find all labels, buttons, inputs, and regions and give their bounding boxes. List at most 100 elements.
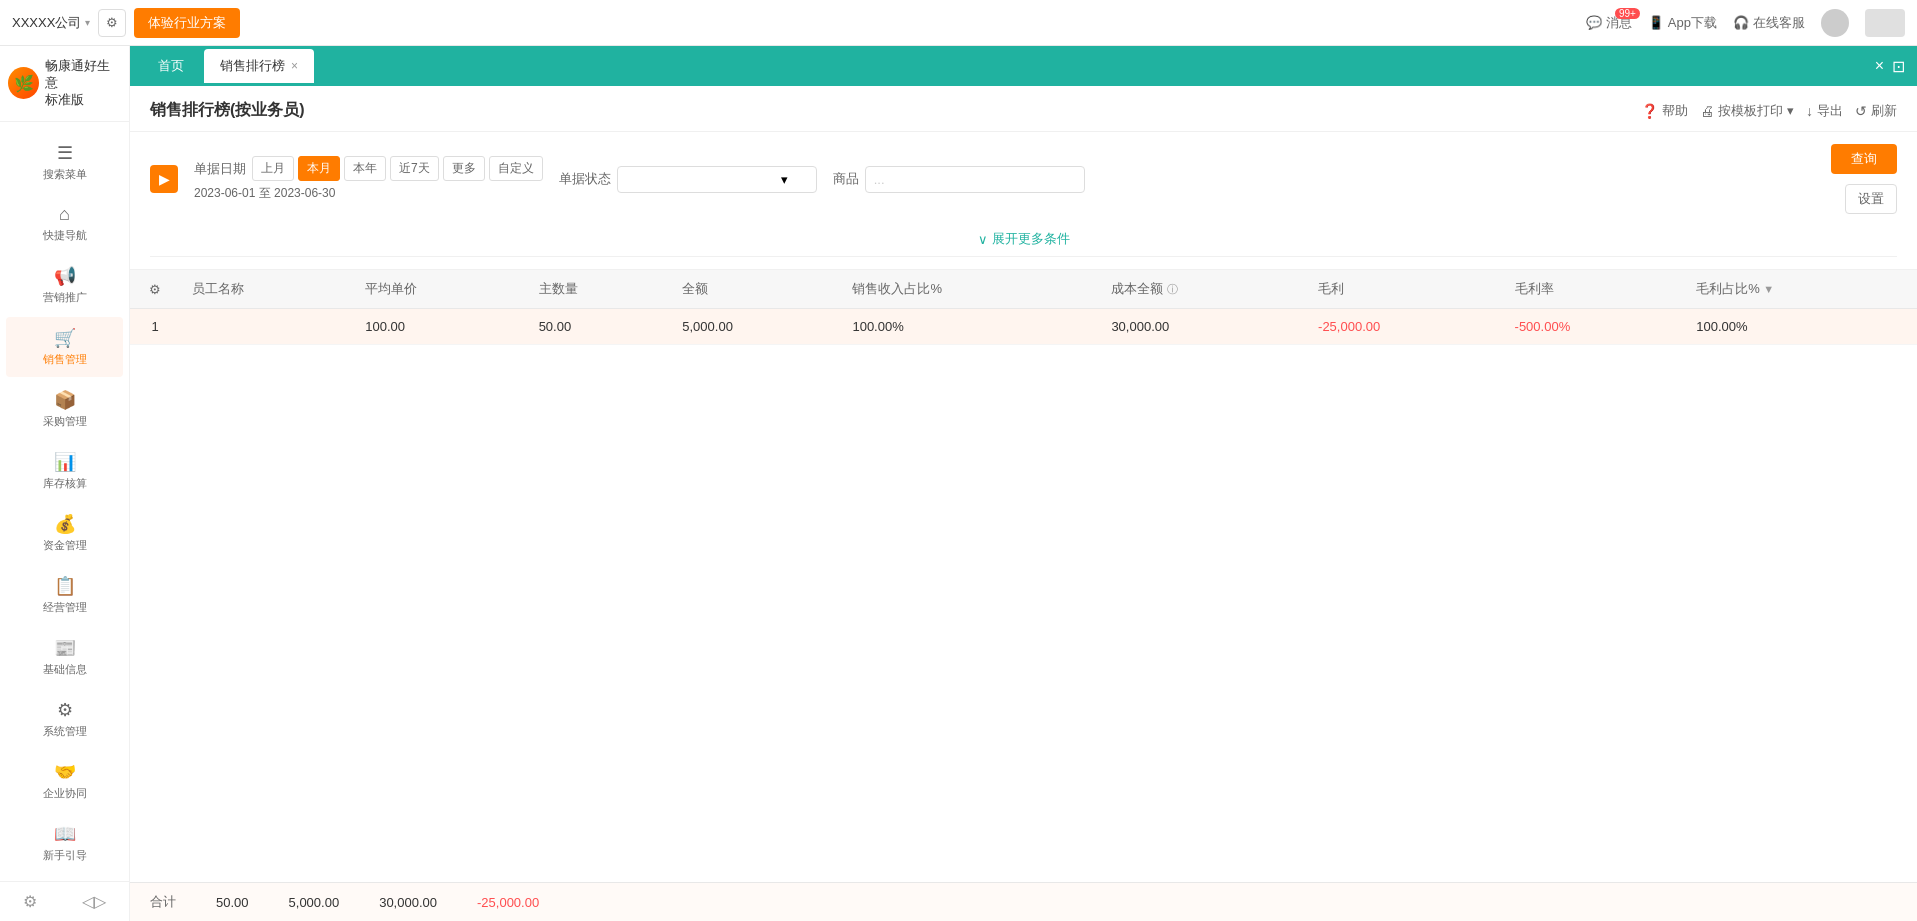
table-wrapper[interactable]: ⚙ 员工名称 平均单价 主数量 全额 销售收入占比% 成本全额 ⓘ 毛利 毛利率…: [130, 270, 1917, 882]
date-btn-this-month[interactable]: 本月: [298, 156, 340, 181]
sidebar-logo: 🌿 畅康通好生意 标准版: [0, 46, 129, 122]
footer-cost-amount: 30,000.00: [379, 895, 437, 910]
settings-icon[interactable]: ⚙: [98, 9, 126, 37]
nav-label: 企业协同: [43, 786, 87, 801]
sidebar-item-资金管理[interactable]: 💰 资金管理: [6, 503, 123, 563]
status-label: 单据状态: [559, 170, 611, 188]
company-name: XXXXX公司: [12, 14, 81, 32]
nav-icon: 🤝: [54, 761, 76, 783]
page-content: 销售排行榜(按业务员) ❓ 帮助 🖨 按模板打印 ▾ ↓ 导出: [130, 86, 1917, 921]
tab-close-icon[interactable]: ×: [291, 59, 298, 73]
col-gross-rate-header: 毛利率: [1503, 270, 1685, 309]
sidebar-item-销售管理[interactable]: 🛒 销售管理: [6, 317, 123, 377]
status-placeholder: [626, 172, 630, 187]
goods-select[interactable]: ...: [865, 166, 1085, 193]
sidebar-settings-icon[interactable]: ⚙: [23, 892, 37, 911]
print-icon: 🖨: [1700, 103, 1714, 119]
sidebar-item-快捷导航[interactable]: ⌂ 快捷导航: [6, 194, 123, 253]
sidebar-item-库存核算[interactable]: 📊 库存核算: [6, 441, 123, 501]
col-gross-pct-header: 毛利占比% ▼: [1684, 270, 1917, 309]
page-actions: ❓ 帮助 🖨 按模板打印 ▾ ↓ 导出 ↺ 刷新: [1641, 102, 1897, 120]
help-icon: ❓: [1641, 103, 1658, 119]
date-btn-custom[interactable]: 自定义: [489, 156, 543, 181]
nav-label: 搜索菜单: [43, 167, 87, 182]
nav-icon: 📋: [54, 575, 76, 597]
nav-label: 新手引导: [43, 848, 87, 863]
filter-toggle-icon[interactable]: ▶: [150, 165, 178, 193]
nav-label: 资金管理: [43, 538, 87, 553]
nav-label: 经营管理: [43, 600, 87, 615]
cell-main-qty: 50.00: [527, 309, 671, 345]
sales-ranking-table: ⚙ 员工名称 平均单价 主数量 全额 销售收入占比% 成本全额 ⓘ 毛利 毛利率…: [130, 270, 1917, 345]
col-gross-profit-header: 毛利: [1306, 270, 1503, 309]
goods-placeholder: ...: [874, 172, 885, 187]
user-avatar[interactable]: [1821, 9, 1849, 37]
sidebar-item-企业协同[interactable]: 🤝 企业协同: [6, 751, 123, 811]
sidebar-collapse-icon[interactable]: ◁▷: [82, 892, 106, 911]
sidebar-item-系统管理[interactable]: ⚙ 系统管理: [6, 689, 123, 749]
col-sales-pct-header: 销售收入占比%: [840, 270, 1099, 309]
page-header: 销售排行榜(按业务员) ❓ 帮助 🖨 按模板打印 ▾ ↓ 导出: [130, 86, 1917, 132]
expand-icon: ∨: [978, 232, 988, 247]
window-close-icon[interactable]: ×: [1875, 57, 1884, 76]
footer-main-qty: 50.00: [216, 895, 249, 910]
help-button[interactable]: ❓ 帮助: [1641, 102, 1688, 120]
date-btn-last-month[interactable]: 上月: [252, 156, 294, 181]
date-label: 单据日期: [194, 160, 246, 178]
status-chevron-icon: ▾: [781, 172, 788, 187]
sidebar: 🌿 畅康通好生意 标准版 ☰ 搜索菜单 ⌂ 快捷导航 📢 营销推广 🛒 销售管理…: [0, 46, 130, 921]
export-button[interactable]: ↓ 导出: [1806, 102, 1843, 120]
user-name-area[interactable]: [1865, 9, 1905, 37]
refresh-button[interactable]: ↺ 刷新: [1855, 102, 1897, 120]
query-button[interactable]: 查询: [1831, 144, 1897, 174]
nav-icon: 📦: [54, 389, 76, 411]
cell-amount: 5,000.00: [670, 309, 840, 345]
sidebar-item-搜索菜单[interactable]: ☰ 搜索菜单: [6, 132, 123, 192]
company-chevron-icon: ▾: [85, 17, 90, 28]
top-bar: XXXXX公司 ▾ ⚙ 体验行业方案 💬 消息 99+ 📱 App下载 🎧 在线…: [0, 0, 1917, 46]
date-btn-this-year[interactable]: 本年: [344, 156, 386, 181]
settings-button[interactable]: 设置: [1845, 184, 1897, 214]
logo-text: 畅康通好生意 标准版: [45, 58, 121, 109]
col-settings-header[interactable]: ⚙: [130, 270, 180, 309]
nav-icon: 💰: [54, 513, 76, 535]
online-service-label: 在线客服: [1753, 14, 1805, 32]
message-button[interactable]: 💬 消息 99+: [1586, 14, 1632, 32]
sidebar-item-新手引导[interactable]: 📖 新手引导: [6, 813, 123, 873]
nav-icon: ⌂: [59, 204, 70, 225]
cell-sales-pct: 100.00%: [840, 309, 1099, 345]
sidebar-item-基础信息[interactable]: 📰 基础信息: [6, 627, 123, 687]
tab-sales-ranking[interactable]: 销售排行榜 ×: [204, 49, 314, 83]
nav-icon: ☰: [57, 142, 73, 164]
sidebar-item-经营管理[interactable]: 📋 经营管理: [6, 565, 123, 625]
message-icon: 💬: [1586, 15, 1602, 30]
table-row[interactable]: 1 100.00 50.00 5,000.00 100.00% 30,000.0…: [130, 309, 1917, 345]
nav-label: 采购管理: [43, 414, 87, 429]
expand-more-button[interactable]: ∨ 展开更多条件: [978, 230, 1070, 248]
sidebar-item-采购管理[interactable]: 📦 采购管理: [6, 379, 123, 439]
main-layout: 🌿 畅康通好生意 标准版 ☰ 搜索菜单 ⌂ 快捷导航 📢 营销推广 🛒 销售管理…: [0, 46, 1917, 921]
sidebar-bottom: ⚙ ◁▷: [0, 881, 129, 921]
date-btn-more[interactable]: 更多: [443, 156, 485, 181]
nav-label: 基础信息: [43, 662, 87, 677]
trial-button[interactable]: 体验行业方案: [134, 8, 240, 38]
sidebar-nav: ☰ 搜索菜单 ⌂ 快捷导航 📢 营销推广 🛒 销售管理 📦 采购管理 📊 库存核…: [0, 122, 129, 881]
cell-gross-profit: -25,000.00: [1306, 309, 1503, 345]
cell-cost-amount: 30,000.00: [1099, 309, 1306, 345]
col-avg-price-header: 平均单价: [353, 270, 526, 309]
window-restore-icon[interactable]: ⊡: [1892, 57, 1905, 76]
filter-right-actions: 查询 设置: [1831, 144, 1897, 214]
cell-name: [180, 309, 353, 345]
company-selector[interactable]: XXXXX公司 ▾: [12, 14, 90, 32]
app-download-button[interactable]: 📱 App下载: [1648, 14, 1717, 32]
print-button[interactable]: 🖨 按模板打印 ▾: [1700, 102, 1794, 120]
tab-home[interactable]: 首页: [142, 49, 200, 83]
filter-bar: ▶ 单据日期 上月 本月 本年 近7天 更多 自定义: [130, 132, 1917, 270]
date-btn-7days[interactable]: 近7天: [390, 156, 439, 181]
col-main-qty-header: 主数量: [527, 270, 671, 309]
status-select[interactable]: ▾: [617, 166, 817, 193]
sidebar-item-营销推广[interactable]: 📢 营销推广: [6, 255, 123, 315]
tab-label: 销售排行榜: [220, 57, 285, 75]
online-service-button[interactable]: 🎧 在线客服: [1733, 14, 1805, 32]
nav-icon: 📰: [54, 637, 76, 659]
